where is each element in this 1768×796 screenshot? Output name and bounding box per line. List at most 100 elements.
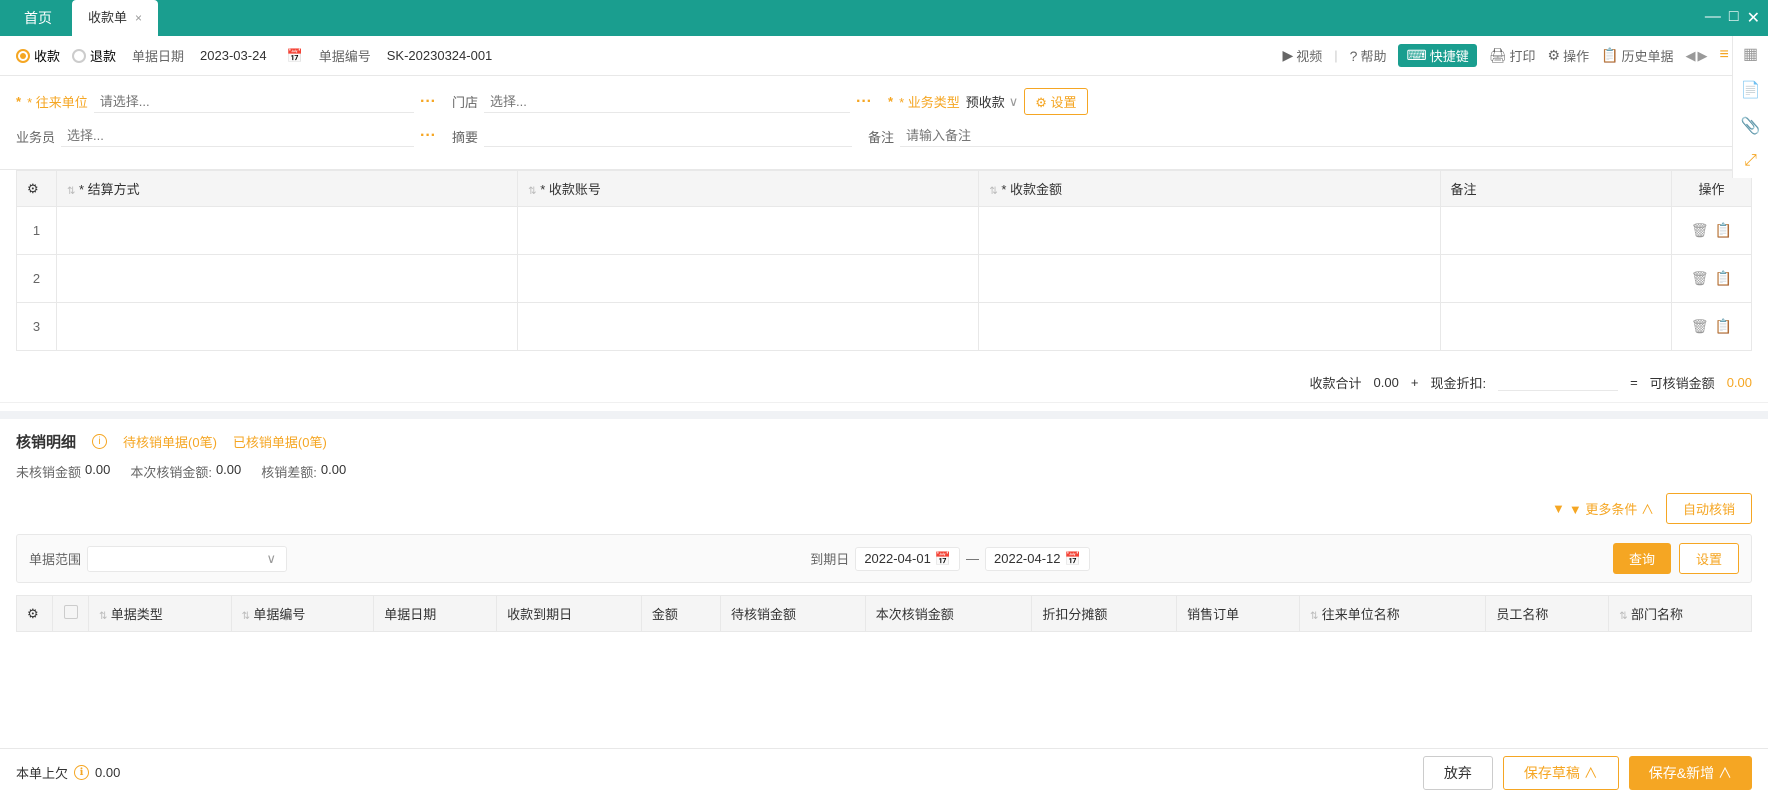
discount-input[interactable] bbox=[1498, 375, 1618, 391]
calendar-icon[interactable]: 📅 bbox=[287, 48, 303, 64]
table-icon[interactable]: ▦ bbox=[1743, 44, 1758, 64]
draft-btn[interactable]: 保存草稿 ∧ bbox=[1503, 756, 1619, 790]
discount-label: 现金折扣: bbox=[1430, 373, 1486, 392]
shop-input[interactable] bbox=[484, 91, 850, 113]
print-btn[interactable]: 🖨 打印 bbox=[1489, 46, 1536, 65]
business-select[interactable]: 预收款 ∨ bbox=[966, 92, 1019, 111]
row-3-remarks[interactable] bbox=[1440, 303, 1671, 351]
table-row: 1 🗑 📋 bbox=[17, 207, 1752, 255]
print-label: 打印 bbox=[1509, 46, 1535, 65]
v-current-label: 本次核销金额 bbox=[876, 607, 954, 622]
list-view-icon[interactable]: ≡ bbox=[1720, 46, 1729, 66]
col-settlement-label: * 结算方式 bbox=[79, 182, 140, 197]
history-btn[interactable]: 📋 历史单据 bbox=[1601, 46, 1673, 65]
doc-icon[interactable]: 📄 bbox=[1741, 80, 1761, 100]
nav-next-icon[interactable]: ▶ bbox=[1698, 48, 1708, 64]
video-label: 视频 bbox=[1296, 46, 1322, 65]
video-btn[interactable]: ▶ 视频 bbox=[1282, 46, 1322, 65]
partner-input[interactable] bbox=[94, 91, 414, 113]
filter-conditions-btn[interactable]: ▼ ▼ 更多条件 ∧ bbox=[1552, 499, 1654, 518]
print-icon: 🖨 bbox=[1489, 47, 1507, 64]
v-col-settings[interactable]: ⚙ bbox=[17, 596, 53, 632]
nav-arrows: ◀ ▶ bbox=[1686, 48, 1708, 64]
v-due-date-label: 收款到期日 bbox=[507, 607, 572, 622]
salesperson-input[interactable] bbox=[61, 125, 414, 147]
abandon-btn[interactable]: 放弃 bbox=[1423, 756, 1493, 790]
row-2-account[interactable] bbox=[518, 255, 979, 303]
scope-select[interactable]: ∨ bbox=[87, 546, 287, 572]
save-new-btn[interactable]: 保存&新增 ∧ bbox=[1629, 756, 1752, 790]
radio-refund-circle bbox=[72, 49, 86, 63]
paperclip-icon[interactable]: 📎 bbox=[1741, 116, 1761, 136]
row-2-copy-icon[interactable]: 📋 bbox=[1715, 270, 1732, 287]
verify-settings-btn[interactable]: 设置 bbox=[1679, 543, 1739, 574]
form-settings-btn[interactable]: ⚙ 设置 bbox=[1024, 88, 1087, 115]
radio-receipt[interactable]: 收款 bbox=[16, 46, 60, 65]
remarks-input[interactable] bbox=[900, 125, 1752, 147]
row-2-delete-icon[interactable]: 🗑 bbox=[1691, 270, 1709, 287]
date-from-value[interactable]: 2022-04-01 bbox=[864, 551, 931, 566]
row-3-copy-icon[interactable]: 📋 bbox=[1715, 318, 1732, 335]
v-col-doc-num: ⇅ 单据编号 bbox=[231, 596, 374, 632]
row-3-settlement[interactable] bbox=[57, 303, 518, 351]
maximize-icon[interactable]: □ bbox=[1729, 8, 1739, 28]
partner-more-icon[interactable]: ··· bbox=[420, 93, 436, 111]
bottom-info-icon[interactable]: ℹ bbox=[74, 765, 89, 780]
row-1-delete-icon[interactable]: 🗑 bbox=[1691, 222, 1709, 239]
pending-tab[interactable]: 待核销单据(0笔) bbox=[123, 432, 217, 451]
minimize-icon[interactable]: — bbox=[1705, 8, 1721, 28]
expand-icon[interactable]: ⤢ bbox=[1744, 152, 1757, 170]
query-btn[interactable]: 查询 bbox=[1613, 543, 1671, 574]
auto-verify-btn[interactable]: 自动核销 bbox=[1666, 493, 1752, 524]
row-1-copy-icon[interactable]: 📋 bbox=[1715, 222, 1732, 239]
shop-more-icon[interactable]: ··· bbox=[856, 93, 872, 111]
business-type-field: * * 业务类型 预收款 ∨ ⚙ 设置 bbox=[888, 88, 1088, 115]
row-2-remarks[interactable] bbox=[1440, 255, 1671, 303]
summary-field: 摘要 bbox=[452, 125, 852, 147]
filter-icon: ▼ bbox=[1552, 501, 1565, 516]
row-2-settlement[interactable] bbox=[57, 255, 518, 303]
row-3-account[interactable] bbox=[518, 303, 979, 351]
tab-home[interactable]: 首页 bbox=[8, 0, 68, 36]
row-3-delete-icon[interactable]: 🗑 bbox=[1691, 318, 1709, 335]
row-3-amount[interactable] bbox=[979, 303, 1440, 351]
col-settings-header[interactable]: ⚙ bbox=[17, 171, 57, 207]
table-section: ⚙ ⇅ * 结算方式 ⇅ * 收款账号 ⇅ * 收款金额 bbox=[0, 170, 1768, 363]
operation-label: 操作 bbox=[1563, 46, 1589, 65]
done-tab[interactable]: 已核销单据(0笔) bbox=[233, 432, 327, 451]
tab-receipt[interactable]: 收款单 × bbox=[72, 0, 158, 36]
row-1-remarks[interactable] bbox=[1440, 207, 1671, 255]
operation-btn[interactable]: ⚙ 操作 bbox=[1548, 46, 1590, 65]
row-1-amount[interactable] bbox=[979, 207, 1440, 255]
nav-prev-icon[interactable]: ◀ bbox=[1686, 48, 1696, 64]
toolbar-right: ▶ 视频 | ? 帮助 ⌨ 快捷键 🖨 打印 ⚙ 操作 📋 历史单据 bbox=[1282, 44, 1752, 67]
verify-info-icon[interactable]: i bbox=[92, 434, 107, 449]
diff-value: 0.00 bbox=[321, 462, 346, 481]
col-account-label: * 收款账号 bbox=[540, 182, 601, 197]
v-checkbox-all[interactable] bbox=[63, 605, 78, 622]
help-icon: ? bbox=[1350, 48, 1358, 64]
tab-close-icon[interactable]: × bbox=[135, 0, 142, 36]
shortcut-btn[interactable]: ⌨ 快捷键 bbox=[1398, 44, 1476, 67]
date-to-calendar-icon[interactable]: 📅 bbox=[1065, 551, 1081, 567]
radio-refund-label: 退款 bbox=[90, 46, 116, 65]
radio-refund[interactable]: 退款 bbox=[72, 46, 116, 65]
verify-stats: 未核销金额 0.00 本次核销金额: 0.00 核销差额: 0.00 bbox=[16, 462, 1752, 481]
shortcut-label: 快捷键 bbox=[1430, 46, 1469, 65]
form-row-1: * * 往来单位 ··· 门店 ··· * * 业务类型 预收款 ∨ ⚙ 设置 bbox=[16, 88, 1752, 115]
row-1-settlement[interactable] bbox=[57, 207, 518, 255]
salesperson-more-icon[interactable]: ··· bbox=[420, 127, 436, 145]
date-from-calendar-icon[interactable]: 📅 bbox=[935, 551, 951, 567]
summary-row: 收款合计 0.00 + 现金折扣: = 可核销金额 0.00 bbox=[0, 363, 1768, 403]
partner-field: * * 往来单位 ··· bbox=[16, 91, 436, 113]
row-2-amount[interactable] bbox=[979, 255, 1440, 303]
date-to-value[interactable]: 2022-04-12 bbox=[994, 551, 1061, 566]
row-1-account[interactable] bbox=[518, 207, 979, 255]
summary-input[interactable] bbox=[484, 125, 852, 147]
business-value: 预收款 bbox=[966, 92, 1005, 111]
close-window-icon[interactable]: ✕ bbox=[1747, 8, 1760, 28]
verify-table-header: ⚙ ⇅ 单据类型 ⇅ 单据编号 bbox=[17, 596, 1752, 632]
row-2-actions: 🗑 📋 bbox=[1672, 255, 1752, 303]
help-btn[interactable]: ? 帮助 bbox=[1350, 46, 1387, 65]
v-col-doc-type: ⇅ 单据类型 bbox=[89, 596, 232, 632]
